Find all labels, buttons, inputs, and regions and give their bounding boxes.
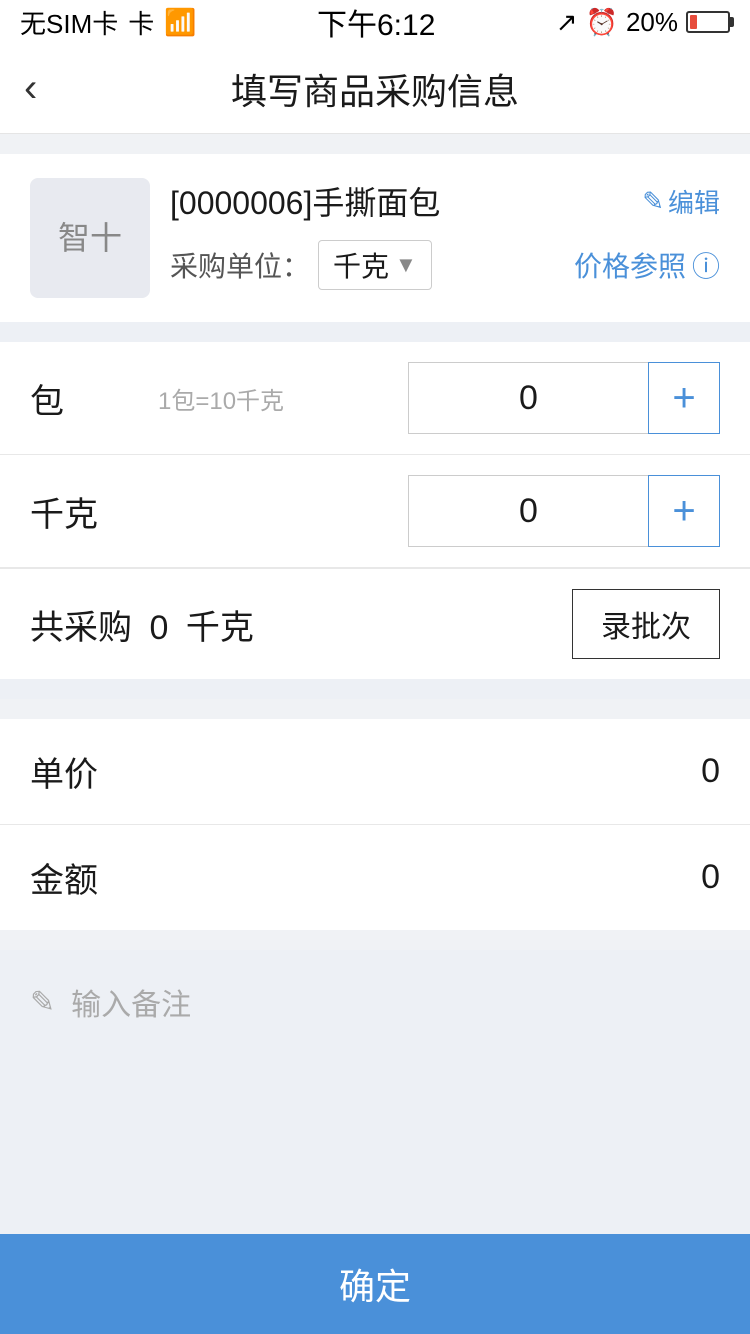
battery-pct: 20% — [626, 7, 678, 38]
amount-value: 0 — [701, 858, 720, 897]
unit-price-row: 单价 0 — [0, 719, 750, 825]
product-name: [0000006]手撕面包 — [170, 178, 440, 224]
section-divider-1 — [0, 322, 750, 342]
status-bar: 无SIM卡 卡 📶 下午6:12 ↗ ⏰ 20% — [0, 0, 750, 44]
kg-input-right: + — [408, 475, 720, 547]
status-time: 下午6:12 — [317, 0, 435, 44]
confirm-bar[interactable]: 确定 — [0, 1234, 750, 1334]
product-unit-row: 采购单位： 千克 ▼ 价格参照 ⓘ — [170, 240, 720, 290]
alarm-icon: ⏰ — [586, 7, 618, 38]
remark-section[interactable]: ✎ 输入备注 — [0, 950, 750, 1054]
kg-quantity-input[interactable] — [408, 475, 648, 547]
product-card: 智十 [0000006]手撕面包 ✎ 编辑 采购单位： 千克 ▼ 价格参照 ⓘ — [0, 154, 750, 322]
edit-button[interactable]: ✎ 编辑 — [642, 183, 720, 220]
total-unit: 千克 — [186, 609, 254, 647]
confirm-button[interactable]: 确定 — [339, 1258, 411, 1310]
unit-price-label: 单价 — [30, 747, 98, 796]
carrier-label: 无SIM卡 — [20, 4, 118, 41]
remark-input[interactable]: 输入备注 — [71, 980, 191, 1024]
kg-label: 千克 — [30, 487, 150, 536]
amount-row: 金额 0 — [0, 825, 750, 930]
battery-fill — [690, 15, 697, 29]
unit-value: 千克 — [333, 245, 389, 285]
kg-input-row: 千克 + — [0, 455, 750, 568]
location-icon: ↗ — [556, 7, 578, 38]
bao-sublabel: 1包=10千克 — [158, 381, 284, 416]
wifi-icon: 📶 — [164, 7, 196, 38]
battery-icon — [686, 11, 730, 33]
product-image: 智十 — [30, 178, 150, 298]
status-right: ↗ ⏰ 20% — [556, 7, 730, 38]
bao-quantity-input[interactable] — [408, 362, 648, 434]
back-button[interactable]: ‹ — [24, 66, 37, 111]
total-amount: 0 — [149, 609, 168, 647]
total-row: 共采购 0 千克 录批次 — [0, 568, 750, 679]
amount-label: 金额 — [30, 853, 98, 902]
back-icon: ‹ — [24, 66, 37, 111]
bao-plus-button[interactable]: + — [648, 362, 720, 434]
nav-bar: ‹ 填写商品采购信息 — [0, 44, 750, 134]
unit-select[interactable]: 千克 ▼ — [318, 240, 432, 290]
kg-plus-button[interactable]: + — [648, 475, 720, 547]
remark-icon: ✎ — [30, 985, 55, 1020]
price-ref-button[interactable]: 价格参照 ⓘ — [574, 245, 720, 285]
price-ref-help-icon: ⓘ — [692, 245, 720, 285]
page-title: 填写商品采购信息 — [231, 63, 519, 115]
price-ref-label: 价格参照 — [574, 245, 686, 285]
unit-arrow-icon: ▼ — [395, 252, 417, 278]
total-text: 共采购 0 千克 — [30, 600, 254, 649]
total-label: 共采购 — [30, 609, 132, 647]
bao-input-row: 包 1包=10千克 + — [0, 342, 750, 455]
input-section: 包 1包=10千克 + 千克 + 共采购 0 千克 录批次 — [0, 342, 750, 679]
product-logo: 智十 — [58, 219, 122, 257]
bao-input-right: + — [408, 362, 720, 434]
batch-button[interactable]: 录批次 — [572, 589, 720, 659]
sim-label: 卡 — [128, 4, 154, 41]
product-info: [0000006]手撕面包 ✎ 编辑 采购单位： 千克 ▼ 价格参照 ⓘ — [170, 178, 720, 290]
product-name-row: [0000006]手撕面包 ✎ 编辑 — [170, 178, 720, 224]
unit-selector: 采购单位： 千克 ▼ — [170, 240, 432, 290]
unit-label: 采购单位： — [170, 245, 310, 285]
bao-label: 包 — [30, 374, 150, 423]
edit-label: 编辑 — [668, 183, 720, 220]
status-left: 无SIM卡 卡 📶 — [20, 4, 197, 41]
info-section: 单价 0 金额 0 — [0, 719, 750, 930]
section-divider-2 — [0, 679, 750, 699]
unit-price-value: 0 — [701, 752, 720, 791]
edit-icon: ✎ — [642, 186, 664, 217]
